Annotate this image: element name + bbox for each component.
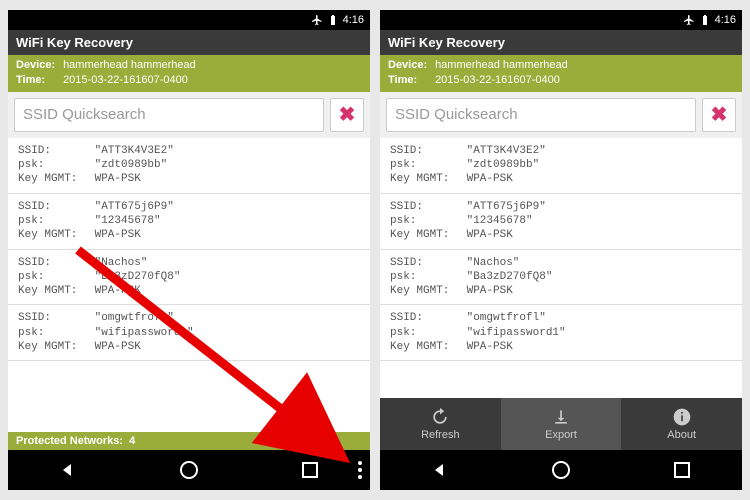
network-list: SSID: "ATT3K4V3E2"psk: "zdt0989bb"Key MG… xyxy=(380,138,742,398)
airplane-icon xyxy=(683,14,695,26)
phone-right: 4:16 WiFi Key Recovery Device: hammerhea… xyxy=(380,10,742,490)
network-list: SSID: "ATT3K4V3E2"psk: "zdt0989bb"Key MG… xyxy=(8,138,370,432)
recent-button[interactable] xyxy=(298,458,322,482)
device-info: Device: hammerhead hammerhead Time: 2015… xyxy=(380,55,742,92)
refresh-button[interactable]: Refresh xyxy=(380,398,501,450)
home-button[interactable] xyxy=(549,458,573,482)
footer-bar: Protected Networks: 4 xyxy=(8,432,370,450)
info-icon xyxy=(672,407,692,427)
about-button[interactable]: About xyxy=(621,398,742,450)
network-entry[interactable]: SSID: "ATT675j6P9"psk: "12345678"Key MGM… xyxy=(8,194,370,250)
home-button[interactable] xyxy=(177,458,201,482)
app-title: WiFi Key Recovery xyxy=(380,30,742,55)
network-entry[interactable]: SSID: "Nachos"psk: "Ba3zD270fQ8"Key MGMT… xyxy=(380,250,742,306)
search-row: SSID Quicksearch ✖ xyxy=(8,92,370,138)
back-button[interactable] xyxy=(428,458,452,482)
overflow-menu-button[interactable] xyxy=(358,461,362,479)
export-button[interactable]: Export xyxy=(501,398,622,450)
clear-search-button[interactable]: ✖ xyxy=(330,98,364,132)
action-bar: Refresh Export About xyxy=(380,398,742,450)
network-entry[interactable]: SSID: "ATT675j6P9"psk: "12345678"Key MGM… xyxy=(380,194,742,250)
back-button[interactable] xyxy=(56,458,80,482)
airplane-icon xyxy=(311,14,323,26)
recent-button[interactable] xyxy=(670,458,694,482)
device-info: Device: hammerhead hammerhead Time: 2015… xyxy=(8,55,370,92)
app-title: WiFi Key Recovery xyxy=(8,30,370,55)
battery-icon xyxy=(699,14,711,26)
network-entry[interactable]: SSID: "omgwtfrofl"psk: "wifipassword1"Ke… xyxy=(380,305,742,361)
clear-search-button[interactable]: ✖ xyxy=(702,98,736,132)
search-input[interactable]: SSID Quicksearch xyxy=(14,98,324,132)
nav-bar xyxy=(8,450,370,490)
refresh-icon xyxy=(430,407,450,427)
status-time: 4:16 xyxy=(715,14,736,26)
battery-icon xyxy=(327,14,339,26)
phone-left: 4:16 WiFi Key Recovery Device: hammerhea… xyxy=(8,10,370,490)
network-entry[interactable]: SSID: "omgwtfrofl"psk: "wifipassword1"Ke… xyxy=(8,305,370,361)
export-icon xyxy=(551,407,571,427)
network-entry[interactable]: SSID: "ATT3K4V3E2"psk: "zdt0989bb"Key MG… xyxy=(8,138,370,194)
status-time: 4:16 xyxy=(343,14,364,26)
search-row: SSID Quicksearch ✖ xyxy=(380,92,742,138)
network-entry[interactable]: SSID: "Nachos"psk: "Ba3zD270fQ8"Key MGMT… xyxy=(8,250,370,306)
network-entry[interactable]: SSID: "ATT3K4V3E2"psk: "zdt0989bb"Key MG… xyxy=(380,138,742,194)
search-input[interactable]: SSID Quicksearch xyxy=(386,98,696,132)
status-bar: 4:16 xyxy=(380,10,742,30)
nav-bar xyxy=(380,450,742,490)
status-bar: 4:16 xyxy=(8,10,370,30)
